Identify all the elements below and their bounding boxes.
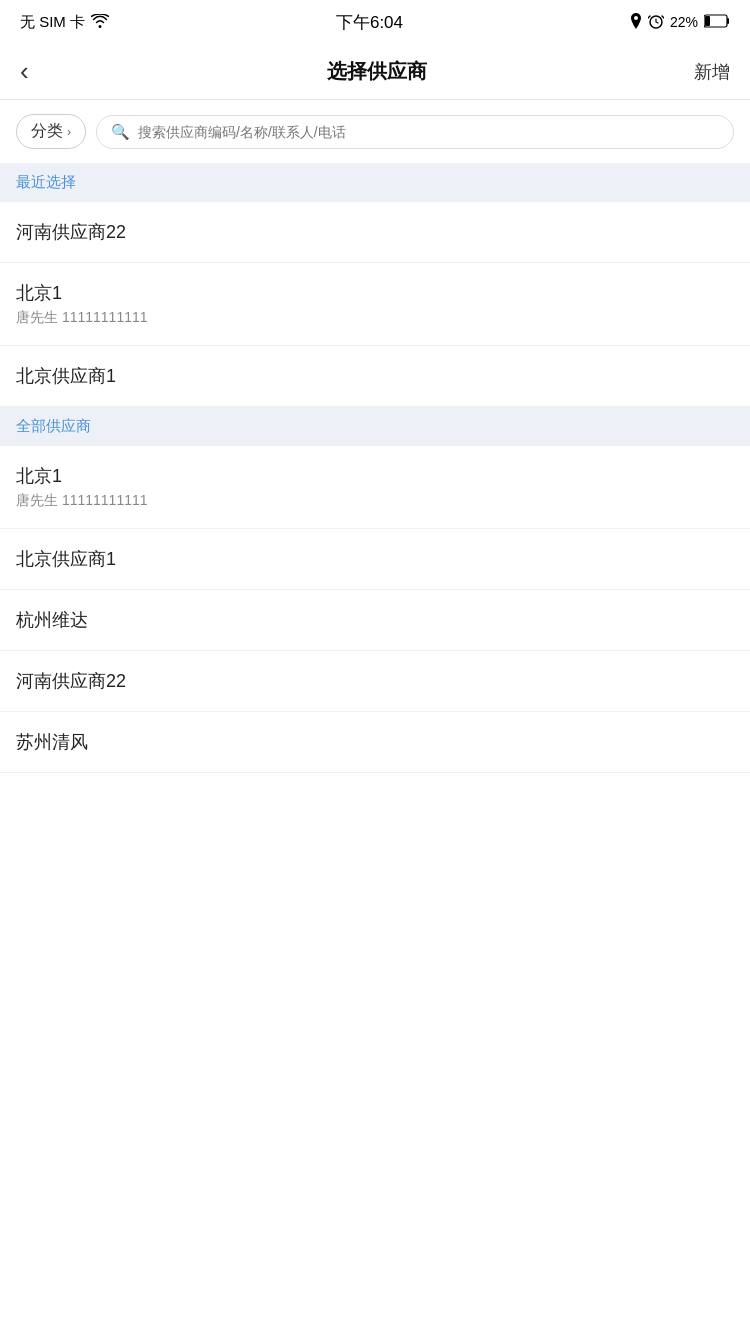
alarm-icon — [648, 13, 664, 32]
search-box[interactable]: 🔍 — [96, 115, 734, 149]
status-bar: 无 SIM 卡 下午6:04 22% — [0, 0, 750, 44]
all-items-list: 北京1 唐先生 11111111111 北京供应商1 杭州维达河南供应商22 苏州清风 — [0, 446, 750, 773]
item-name: 河南供应商22 — [16, 220, 734, 244]
status-time: 下午6:04 — [336, 11, 403, 34]
filter-area: 分类 › 🔍 — [0, 100, 750, 163]
list-item[interactable]: 河南供应商22 — [0, 651, 750, 712]
recent-section-label: 最近选择 — [16, 173, 76, 190]
no-sim-text: 无 SIM 卡 — [20, 13, 85, 32]
wifi-icon — [91, 14, 109, 31]
search-input[interactable] — [138, 124, 719, 140]
list-item[interactable]: 苏州清风 — [0, 712, 750, 773]
item-sub: 唐先生 11111111111 — [16, 309, 734, 327]
recent-section-header: 最近选择 — [0, 163, 750, 202]
page-title: 选择供应商 — [327, 58, 427, 85]
add-button[interactable]: 新增 — [694, 60, 730, 84]
item-name: 北京1 — [16, 464, 734, 488]
list-item[interactable]: 北京供应商1 — [0, 346, 750, 407]
status-left: 无 SIM 卡 — [20, 13, 109, 32]
list-item[interactable]: 北京供应商1 — [0, 529, 750, 590]
item-name: 北京供应商1 — [16, 364, 734, 388]
nav-bar: ‹ 选择供应商 新增 — [0, 44, 750, 100]
battery-icon — [704, 14, 730, 31]
all-section-header: 全部供应商 — [0, 407, 750, 446]
list-item[interactable]: 杭州维达 — [0, 590, 750, 651]
item-name: 苏州清风 — [16, 730, 734, 754]
category-label: 分类 — [31, 121, 63, 142]
item-sub: 唐先生 11111111111 — [16, 492, 734, 510]
list-item[interactable]: 河南供应商22 — [0, 202, 750, 263]
chevron-right-icon: › — [67, 125, 71, 139]
location-icon — [630, 13, 642, 32]
item-name: 河南供应商22 — [16, 669, 734, 693]
item-name: 北京供应商1 — [16, 547, 734, 571]
recent-items-list: 河南供应商22 北京1 唐先生 11111111111 北京供应商1 — [0, 202, 750, 407]
list-item[interactable]: 北京1 唐先生 11111111111 — [0, 446, 750, 529]
svg-rect-2 — [705, 16, 710, 26]
category-filter-button[interactable]: 分类 › — [16, 114, 86, 149]
list-item[interactable]: 北京1 唐先生 11111111111 — [0, 263, 750, 346]
all-section-label: 全部供应商 — [16, 417, 91, 434]
search-icon: 🔍 — [111, 123, 130, 141]
item-name: 杭州维达 — [16, 608, 734, 632]
status-right: 22% — [630, 13, 730, 32]
item-name: 北京1 — [16, 281, 734, 305]
battery-text: 22% — [670, 14, 698, 30]
back-button[interactable]: ‹ — [20, 56, 60, 87]
